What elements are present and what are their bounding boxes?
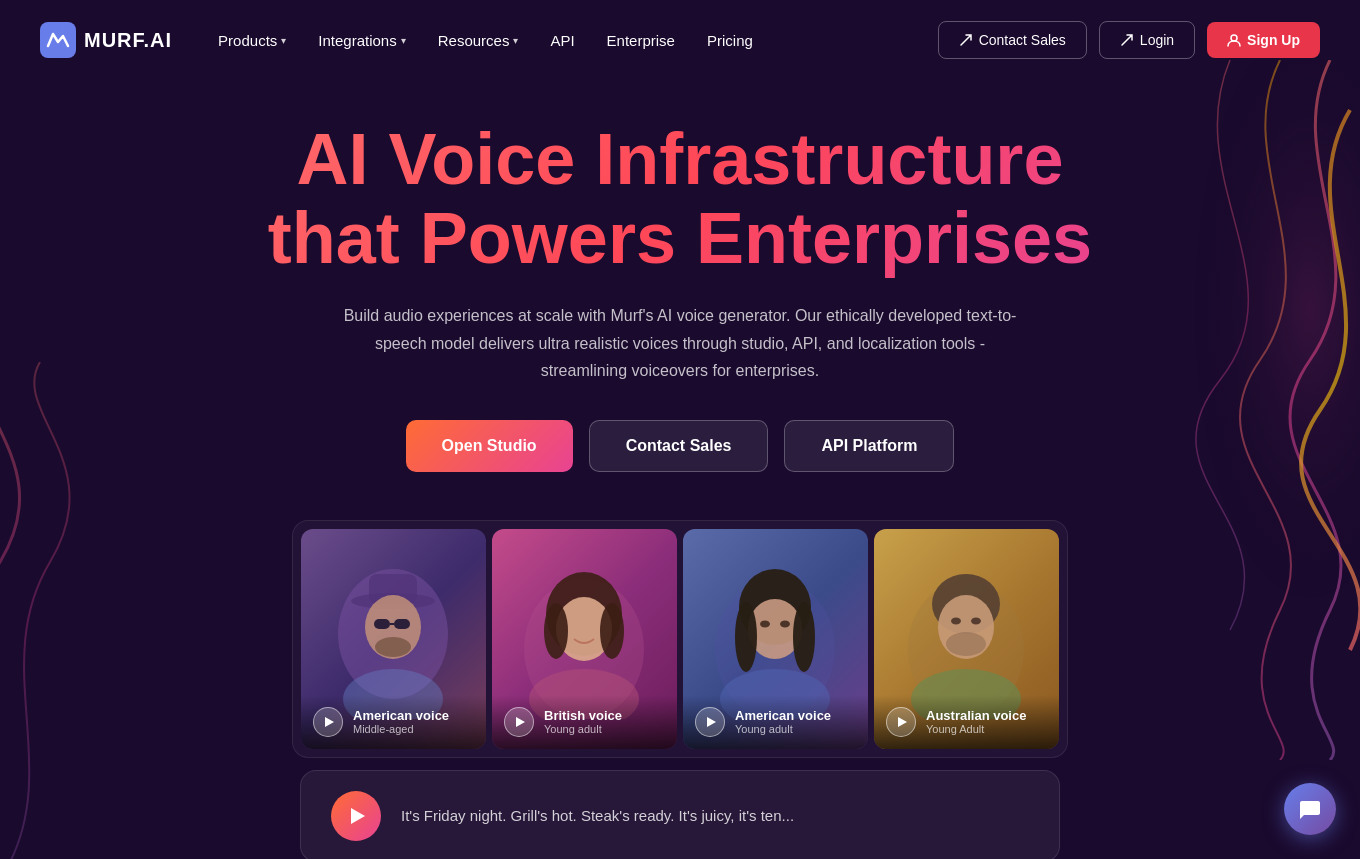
- voice-name-2: British voice: [544, 708, 622, 723]
- voice-cards-container: American voice Middle-aged: [0, 520, 1360, 758]
- svg-point-29: [946, 632, 986, 656]
- nav-contact-sales-button[interactable]: Contact Sales: [938, 21, 1087, 59]
- audio-play-button[interactable]: [331, 791, 381, 841]
- voice-label-4: Australian voice Young Adult: [926, 708, 1026, 735]
- voice-type-1: Middle-aged: [353, 723, 449, 735]
- voice-card-info-2: British voice Young adult: [492, 695, 677, 749]
- external-link-icon: [959, 33, 973, 47]
- voice-type-2: Young adult: [544, 723, 622, 735]
- nav-item-enterprise[interactable]: Enterprise: [593, 24, 689, 57]
- logo[interactable]: MURF.AI: [40, 22, 172, 58]
- play-icon-3: [707, 717, 716, 727]
- voice-card-2[interactable]: British voice Young adult: [492, 529, 677, 749]
- voice-card-1[interactable]: American voice Middle-aged: [301, 529, 486, 749]
- chevron-down-icon: ▾: [281, 35, 286, 46]
- voice-card-info-1: American voice Middle-aged: [301, 695, 486, 749]
- voice-card-4[interactable]: Australian voice Young Adult: [874, 529, 1059, 749]
- chevron-down-icon: ▾: [401, 35, 406, 46]
- audio-text: It's Friday night. Grill's hot. Steak's …: [401, 807, 1029, 824]
- logo-text: MURF.AI: [84, 29, 172, 52]
- chat-icon: [1298, 797, 1322, 821]
- svg-point-23: [760, 620, 770, 627]
- voice-name-1: American voice: [353, 708, 449, 723]
- svg-point-16: [600, 603, 624, 659]
- svg-point-30: [951, 617, 961, 624]
- hero-buttons: Open Studio Contact Sales API Platform: [40, 420, 1320, 472]
- svg-rect-8: [394, 619, 410, 629]
- play-icon-2: [516, 717, 525, 727]
- nav-links: Products ▾ Integrations ▾ Resources ▾ AP…: [204, 24, 767, 57]
- nav-item-products[interactable]: Products ▾: [204, 24, 300, 57]
- audio-player: It's Friday night. Grill's hot. Steak's …: [300, 770, 1060, 859]
- nav-item-integrations[interactable]: Integrations ▾: [304, 24, 419, 57]
- voice-name-4: Australian voice: [926, 708, 1026, 723]
- nav-left: MURF.AI Products ▾ Integrations ▾ Resour…: [40, 22, 767, 58]
- play-button-1[interactable]: [313, 707, 343, 737]
- audio-play-icon: [351, 808, 365, 824]
- voice-label-1: American voice Middle-aged: [353, 708, 449, 735]
- logo-icon: [40, 22, 76, 58]
- hero-subtitle: Build audio experiences at scale with Mu…: [340, 302, 1020, 384]
- voice-label-2: British voice Young adult: [544, 708, 622, 735]
- nav-item-resources[interactable]: Resources ▾: [424, 24, 533, 57]
- voice-card-info-4: Australian voice Young Adult: [874, 695, 1059, 749]
- login-button[interactable]: Login: [1099, 21, 1195, 59]
- hero-title: AI Voice Infrastructure that Powers Ente…: [230, 120, 1130, 278]
- chat-button[interactable]: [1284, 783, 1336, 835]
- nav-item-api[interactable]: API: [536, 24, 588, 57]
- svg-point-10: [375, 637, 411, 657]
- hero-section: AI Voice Infrastructure that Powers Ente…: [0, 80, 1360, 472]
- voice-cards: American voice Middle-aged: [292, 520, 1068, 758]
- nav-right: Contact Sales Login Sign Up: [938, 21, 1320, 59]
- svg-point-21: [735, 602, 757, 672]
- svg-rect-7: [374, 619, 390, 629]
- svg-point-22: [793, 602, 815, 672]
- play-icon-4: [898, 717, 907, 727]
- open-studio-button[interactable]: Open Studio: [406, 420, 573, 472]
- play-button-4[interactable]: [886, 707, 916, 737]
- svg-point-15: [544, 603, 568, 659]
- external-link-icon: [1120, 33, 1134, 47]
- voice-card-3[interactable]: American voice Young adult: [683, 529, 868, 749]
- voice-type-3: Young adult: [735, 723, 831, 735]
- voice-label-3: American voice Young adult: [735, 708, 831, 735]
- voice-name-3: American voice: [735, 708, 831, 723]
- api-platform-button[interactable]: API Platform: [784, 420, 954, 472]
- play-button-2[interactable]: [504, 707, 534, 737]
- svg-point-24: [780, 620, 790, 627]
- play-icon-1: [325, 717, 334, 727]
- voice-card-info-3: American voice Young adult: [683, 695, 868, 749]
- navbar: MURF.AI Products ▾ Integrations ▾ Resour…: [0, 0, 1360, 80]
- contact-sales-hero-button[interactable]: Contact Sales: [589, 420, 769, 472]
- voice-type-4: Young Adult: [926, 723, 1026, 735]
- svg-point-31: [971, 617, 981, 624]
- signup-button[interactable]: Sign Up: [1207, 22, 1320, 58]
- svg-point-2: [1231, 35, 1237, 41]
- chevron-down-icon: ▾: [513, 35, 518, 46]
- user-icon: [1227, 33, 1241, 47]
- nav-item-pricing[interactable]: Pricing: [693, 24, 767, 57]
- play-button-3[interactable]: [695, 707, 725, 737]
